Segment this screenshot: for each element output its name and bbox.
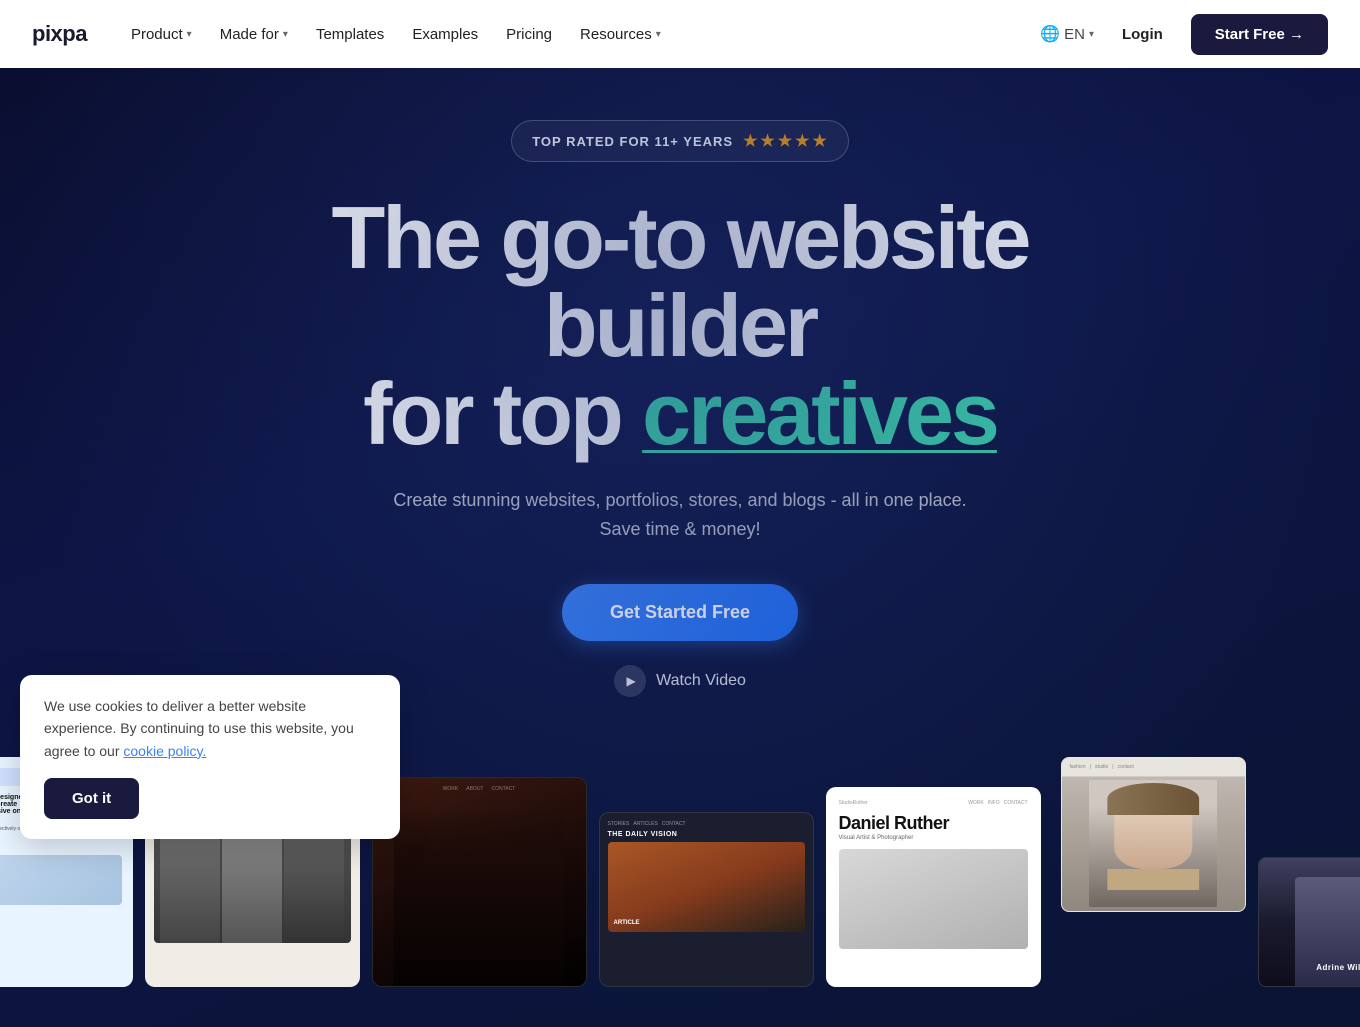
screenshot-card-5: StudioRuther WORKINFOCONTACT Daniel Ruth…: [826, 787, 1041, 987]
screenshot-card-6: fashion|studio|contact: [1061, 757, 1246, 912]
language-selector[interactable]: 🌐 EN ▾: [1040, 24, 1094, 44]
nav-link-templates[interactable]: Templates: [304, 18, 396, 51]
star-3: ★: [778, 131, 793, 151]
screenshot-card-7: Adrine Williams: [1258, 857, 1360, 987]
hero-highlight: creatives: [642, 364, 997, 463]
watch-video-link[interactable]: ▶ Watch Video: [614, 665, 746, 697]
chevron-down-icon: ▾: [656, 29, 661, 40]
nav-link-pricing[interactable]: Pricing: [494, 18, 564, 51]
navbar: pixpa Product ▾ Made for ▾ Templates Exa…: [0, 0, 1360, 68]
play-icon: ▶: [614, 665, 646, 697]
screenshot-card-4: STORIESARTICLESCONTACT THE DAILY VISION …: [599, 812, 814, 987]
screenshot-card-3: WORKABOUTCONTACT: [372, 777, 587, 987]
star-4: ★: [795, 131, 810, 151]
nav-link-resources[interactable]: Resources ▾: [568, 18, 673, 51]
nav-link-examples[interactable]: Examples: [400, 18, 490, 51]
chevron-down-icon: ▾: [283, 29, 288, 40]
start-free-button[interactable]: Start Free →: [1191, 14, 1328, 55]
chevron-down-icon: ▾: [187, 29, 192, 40]
nav-right: 🌐 EN ▾ Login Start Free →: [1040, 14, 1328, 55]
nav-links: Product ▾ Made for ▾ Templates Examples …: [119, 18, 673, 51]
hero-section: TOP RATED FOR 11+ YEARS ★ ★ ★ ★ ★ The go…: [0, 0, 1360, 1027]
logo[interactable]: pixpa: [32, 21, 87, 47]
star-5: ★: [812, 131, 827, 151]
get-started-button[interactable]: Get Started Free: [562, 584, 798, 641]
top-rated-badge: TOP RATED FOR 11+ YEARS ★ ★ ★ ★ ★: [511, 120, 849, 162]
cookie-policy-link[interactable]: cookie policy.: [123, 743, 206, 759]
cookie-accept-button[interactable]: Got it: [44, 778, 139, 819]
login-button[interactable]: Login: [1110, 18, 1175, 51]
nav-link-made-for[interactable]: Made for ▾: [208, 18, 300, 51]
hero-subtitle: Create stunning websites, portfolios, st…: [380, 486, 980, 544]
chevron-down-icon: ▾: [1089, 29, 1094, 40]
globe-icon: 🌐: [1040, 24, 1060, 44]
nav-link-product[interactable]: Product ▾: [119, 18, 204, 51]
star-1: ★: [743, 131, 758, 151]
cookie-message: We use cookies to deliver a better websi…: [44, 695, 376, 762]
star-2: ★: [760, 131, 775, 151]
star-rating: ★ ★ ★ ★ ★: [743, 131, 828, 151]
cookie-banner: We use cookies to deliver a better websi…: [20, 675, 400, 839]
hero-title: The go-to website builder for top creati…: [190, 194, 1170, 458]
nav-left: pixpa Product ▾ Made for ▾ Templates Exa…: [32, 18, 673, 51]
